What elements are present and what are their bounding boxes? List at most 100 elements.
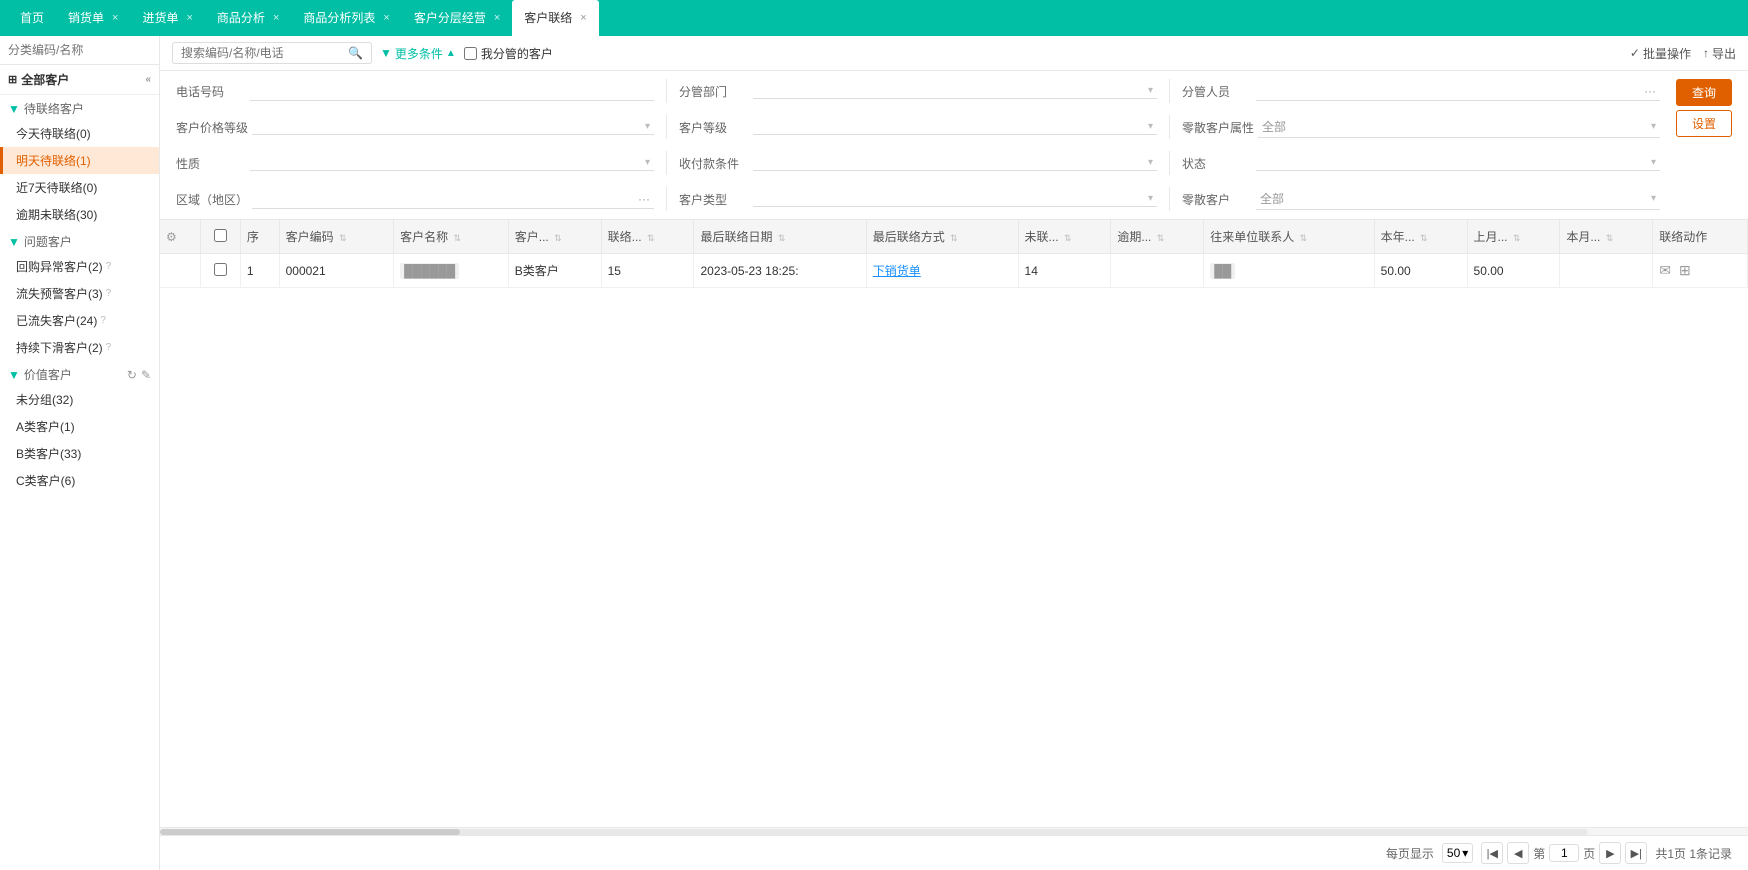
- more-dots-icon2[interactable]: ···: [638, 192, 650, 206]
- sidebar-item-churned[interactable]: 已流失客户(24) ?: [0, 307, 159, 334]
- col-overdue[interactable]: 逾期... ⇅: [1111, 220, 1204, 254]
- action-more-icon[interactable]: ⊞: [1679, 262, 1691, 279]
- col-this-month[interactable]: 本月... ⇅: [1560, 220, 1653, 254]
- filter-payment-select[interactable]: ▾: [753, 155, 1157, 171]
- col-last-month[interactable]: 上月... ⇅: [1467, 220, 1560, 254]
- col-unit-contact[interactable]: 往来单位联系人 ⇅: [1204, 220, 1374, 254]
- triangle-down-icon3: ▼: [8, 368, 20, 382]
- filter-price-level-select[interactable]: ▾: [252, 119, 654, 135]
- col-code[interactable]: 客户编码 ⇅: [279, 220, 394, 254]
- nav-purchase-order-close[interactable]: ×: [186, 13, 192, 24]
- col-uncontacted[interactable]: 未联... ⇅: [1018, 220, 1111, 254]
- horizontal-scrollbar[interactable]: [160, 827, 1748, 835]
- select-all-checkbox[interactable]: [214, 229, 227, 242]
- filter-phone-input[interactable]: [250, 82, 654, 101]
- nav-customer-tier[interactable]: 客户分层经营 ×: [402, 0, 512, 36]
- col-this-year[interactable]: 本年... ⇅: [1374, 220, 1467, 254]
- nav-product-analysis-list[interactable]: 商品分析列表 ×: [291, 0, 401, 36]
- row-last-method-cell[interactable]: 下销货单: [866, 254, 1018, 288]
- query-button[interactable]: 查询: [1676, 79, 1732, 106]
- col-settings[interactable]: ⚙: [160, 220, 200, 254]
- col-name[interactable]: 客户名称 ⇅: [394, 220, 509, 254]
- filter-customer-type: 客户类型 ▾: [679, 191, 1157, 208]
- next-page-button[interactable]: ▶: [1599, 842, 1621, 864]
- nav-customer-contact-close[interactable]: ×: [580, 13, 586, 24]
- edit-icon[interactable]: ✎: [141, 368, 151, 382]
- filter-region-label: 区域（地区）: [176, 191, 248, 208]
- sidebar-all-customers[interactable]: ⊞ 全部客户 «: [0, 65, 159, 95]
- nav-purchase-order[interactable]: 进货单 ×: [130, 0, 204, 36]
- first-page-button[interactable]: |◀: [1481, 842, 1503, 864]
- customer-table: ⚙ 序 客户编码 ⇅ 客户名称 ⇅ 客户... ⇅ 联络... ⇅ 最后联络日期…: [160, 220, 1748, 288]
- col-type[interactable]: 客户... ⇅: [508, 220, 601, 254]
- action-edit-icon[interactable]: ✉: [1659, 262, 1671, 279]
- filter-retail-customer-select[interactable]: 全部 ▾: [1256, 188, 1660, 210]
- sidebar-search-input[interactable]: [8, 43, 160, 57]
- filter-status-select[interactable]: ▾: [1256, 155, 1660, 171]
- filter-settings-button[interactable]: 设置: [1676, 110, 1732, 137]
- col-contact[interactable]: 联络... ⇅: [601, 220, 694, 254]
- search-input[interactable]: [181, 46, 344, 60]
- sidebar-item-continuous-decline[interactable]: 持续下滑客户(2) ?: [0, 334, 159, 361]
- batch-operation-button[interactable]: ✓ 批量操作: [1630, 45, 1691, 62]
- sidebar-item-7days-pending[interactable]: 近7天待联络(0): [0, 174, 159, 201]
- filter-customer-level-select[interactable]: ▾: [753, 119, 1157, 135]
- last-page-button[interactable]: ▶|: [1625, 842, 1647, 864]
- filter-region-select[interactable]: ···: [252, 190, 654, 209]
- sidebar-item-overdue-pending[interactable]: 逾期未联络(30): [0, 201, 159, 228]
- sidebar-item-class-b[interactable]: B类客户(33): [0, 440, 159, 467]
- chevron-down-icon6: ▾: [1148, 157, 1153, 168]
- search-box[interactable]: 🔍: [172, 42, 372, 64]
- sidebar-item-today-pending[interactable]: 今天待联络(0): [0, 120, 159, 147]
- scrollbar-thumb[interactable]: [160, 829, 460, 835]
- nav-product-analysis[interactable]: 商品分析 ×: [205, 0, 291, 36]
- sidebar-search-box[interactable]: 🔍: [0, 36, 159, 65]
- chevron-down-icon2: ▾: [645, 121, 650, 132]
- refresh-icon[interactable]: ↻: [127, 368, 137, 382]
- sidebar-item-churn-warning[interactable]: 流失预警客户(3) ?: [0, 280, 159, 307]
- row-checkbox[interactable]: [214, 263, 227, 276]
- filter-row-1: 电话号码 分管部门 ▾ 分管人员: [176, 79, 1660, 103]
- nav-sales-order[interactable]: 销货单 ×: [56, 0, 130, 36]
- my-customers-checkbox-group[interactable]: 我分管的客户: [464, 45, 553, 62]
- col-last-contact-date[interactable]: 最后联络日期 ⇅: [694, 220, 866, 254]
- settings-col-icon[interactable]: ⚙: [166, 230, 177, 244]
- sidebar-item-tomorrow-pending[interactable]: 明天待联络(1): [0, 147, 159, 174]
- export-button[interactable]: ↑ 导出: [1703, 45, 1736, 62]
- sort-icon-type: ⇅: [554, 233, 562, 243]
- filter-nature-select[interactable]: ▾: [250, 155, 654, 171]
- nav-home[interactable]: 首页: [8, 0, 56, 36]
- chevron-down-icon-footer: ▾: [1462, 846, 1468, 860]
- col-last-contact-method[interactable]: 最后联络方式 ⇅: [866, 220, 1018, 254]
- triangle-down-icon: ▼: [8, 102, 20, 116]
- more-dots-icon[interactable]: ···: [1644, 84, 1656, 98]
- sidebar-item-class-a[interactable]: A类客户(1): [0, 413, 159, 440]
- row-this-month-cell: [1560, 254, 1653, 288]
- sort-icon-overdue: ⇅: [1157, 233, 1165, 243]
- filter-retail-attr-select[interactable]: 全部 ▾: [1258, 116, 1660, 138]
- more-filter-button[interactable]: ▼ 更多条件 ▲: [380, 45, 456, 62]
- nav-sales-order-close[interactable]: ×: [112, 13, 118, 24]
- sidebar-item-class-c[interactable]: C类客户(6): [0, 467, 159, 494]
- filter-price-level: 客户价格等级 ▾: [176, 119, 654, 136]
- my-customers-checkbox[interactable]: [464, 47, 477, 60]
- page-input[interactable]: [1549, 844, 1579, 862]
- nav-customer-tier-close[interactable]: ×: [494, 13, 500, 24]
- nav-customer-contact[interactable]: 客户联络 ×: [512, 0, 598, 36]
- prev-page-button[interactable]: ◀: [1507, 842, 1529, 864]
- nav-home-label: 首页: [20, 0, 44, 36]
- filter-payment-label: 收付款条件: [679, 155, 749, 172]
- sidebar-item-repurchase-abnormal[interactable]: 回购异常客户(2) ?: [0, 253, 159, 280]
- nav-product-analysis-close[interactable]: ×: [273, 13, 279, 24]
- nav-customer-tier-label: 客户分层经营: [414, 0, 486, 36]
- filter-person-select[interactable]: ···: [1256, 82, 1660, 101]
- nav-product-analysis-list-close[interactable]: ×: [383, 13, 389, 24]
- search-icon[interactable]: 🔍: [348, 46, 363, 60]
- sidebar-item-ungrouped[interactable]: 未分组(32): [0, 386, 159, 413]
- row-checkbox-cell[interactable]: [200, 254, 240, 288]
- filter-payment: 收付款条件 ▾: [679, 155, 1157, 172]
- filter-dept-select[interactable]: ▾: [753, 83, 1157, 99]
- filter-customer-type-select[interactable]: ▾: [753, 191, 1157, 207]
- last-method-link[interactable]: 下销货单: [873, 264, 921, 278]
- page-size-select[interactable]: 50 ▾: [1442, 843, 1473, 863]
